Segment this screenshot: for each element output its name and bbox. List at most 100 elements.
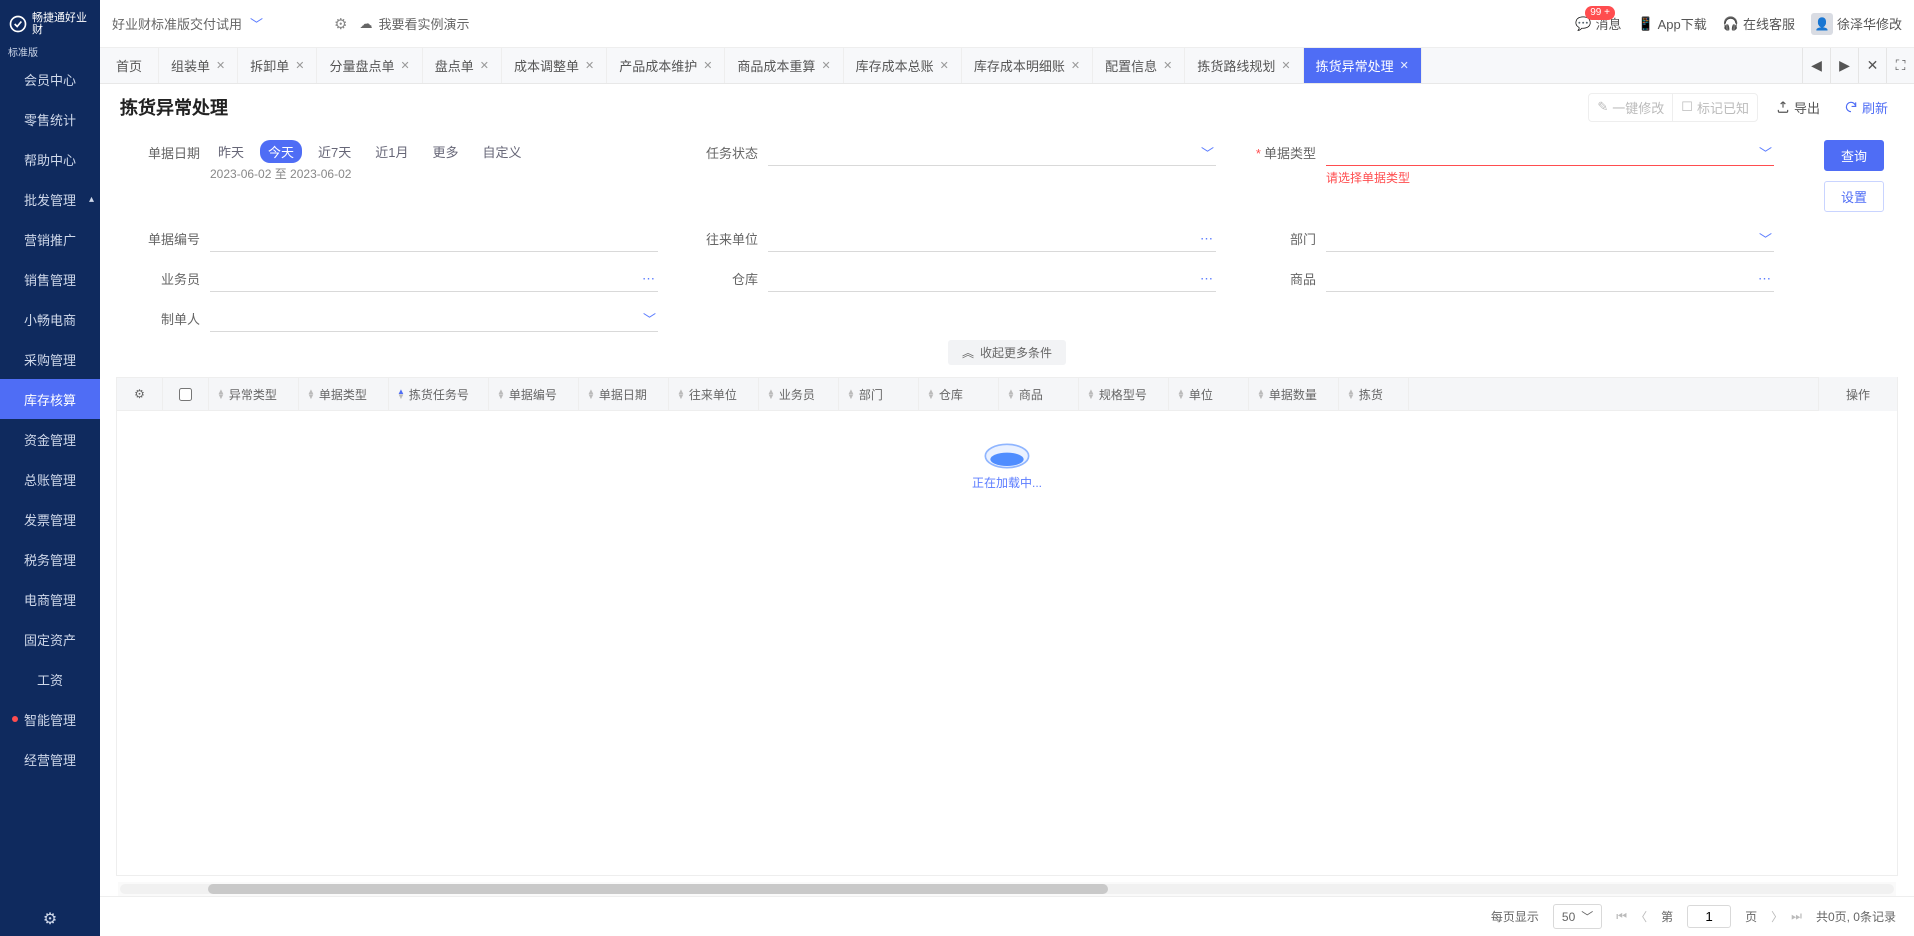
sidebar-item[interactable]: 销售管理 [0,259,100,299]
close-icon[interactable]: ✕ [480,59,489,72]
horizontal-scrollbar[interactable] [118,882,1896,896]
sidebar-item[interactable]: 采购管理 [0,339,100,379]
th[interactable]: ▲▼单据编号 [489,378,579,410]
sort-icon[interactable]: ▲▼ [217,389,225,399]
tab[interactable]: 库存成本总账✕ [844,48,962,83]
sort-icon[interactable]: ▲▼ [1007,389,1015,399]
bill-type-select[interactable]: ﹀ [1326,140,1774,166]
close-icon[interactable]: ✕ [940,59,949,72]
sort-icon[interactable]: ▲▼ [1087,389,1095,399]
tab[interactable]: 拣货异常处理✕ [1304,48,1422,83]
th[interactable]: ▲▼拣货任务号 [389,378,489,410]
messages-link[interactable]: 99 + 💬 消息 [1575,14,1621,33]
th[interactable]: ▲▼规格型号 [1079,378,1169,410]
sidebar-item[interactable]: 固定资产 [0,619,100,659]
close-icon[interactable]: ✕ [1163,59,1172,72]
close-icon[interactable]: ✕ [703,59,712,72]
sidebar-item[interactable]: 小畅电商 [0,299,100,339]
settings-button[interactable]: 设置 [1824,181,1884,212]
pager-last[interactable]: ⏭ [1791,909,1802,924]
pager-next[interactable]: 〉 [1771,908,1783,925]
product-select[interactable]: ⋯ [1326,266,1774,292]
close-icon[interactable]: ✕ [821,59,830,72]
close-icon[interactable]: ✕ [1071,59,1080,72]
sidebar-item[interactable]: 电商管理 [0,579,100,619]
env-selector[interactable]: 好业财标准版交付试用 ﹀ [112,14,322,33]
sidebar-item[interactable]: 帮助中心 [0,139,100,179]
sort-icon[interactable]: ▲▼ [677,389,685,399]
th[interactable]: ▲▼商品 [999,378,1079,410]
sidebar-item[interactable]: 库存核算 [0,379,100,419]
sidebar-item[interactable]: 资金管理 [0,419,100,459]
th[interactable]: ▲▼单据类型 [299,378,389,410]
date-pill[interactable]: 更多 [425,140,467,163]
date-pill[interactable]: 今天 [260,140,302,163]
warehouse-select[interactable]: ⋯ [768,266,1216,292]
sort-icon[interactable]: ▲▼ [927,389,935,399]
sidebar-item[interactable]: 工资 [0,659,100,699]
sort-icon[interactable]: ▲▼ [847,389,855,399]
tabs-scroll-right[interactable]: ▶ [1830,48,1858,83]
tabs-close-all[interactable]: ✕ [1858,48,1886,83]
th[interactable]: ▲▼拣货 [1339,378,1409,410]
tab[interactable]: 商品成本重算✕ [725,48,843,83]
th-settings[interactable]: ⚙ [117,378,163,410]
page-input[interactable] [1687,905,1731,928]
creator-select[interactable]: ﹀ [210,306,658,332]
tab[interactable]: 成本调整单✕ [502,48,607,83]
tabs-scroll-left[interactable]: ◀ [1802,48,1830,83]
sidebar-item[interactable]: 税务管理 [0,539,100,579]
customer-service-link[interactable]: 🎧 在线客服 [1723,14,1795,33]
tab[interactable]: 首页 [100,48,159,83]
th-checkbox[interactable] [163,378,209,410]
sidebar-item[interactable]: 营销推广 [0,219,100,259]
pager-prev[interactable]: 〈 [1635,908,1647,925]
sort-icon[interactable]: ▲▼ [307,389,315,399]
sidebar-item[interactable]: 智能管理 [0,699,100,739]
tabs-fullscreen[interactable]: ⛶ [1886,48,1914,83]
tab[interactable]: 配置信息✕ [1093,48,1185,83]
sidebar-item[interactable]: 发票管理 [0,499,100,539]
th[interactable]: ▲▼业务员 [759,378,839,410]
th[interactable]: ▲▼部门 [839,378,919,410]
tab[interactable]: 组装单✕ [159,48,238,83]
sidebar-item[interactable]: 零售统计 [0,99,100,139]
sidebar-item[interactable]: 批发管理▴ [0,179,100,219]
date-pill[interactable]: 自定义 [475,140,530,163]
sort-icon[interactable]: ▲▼ [587,389,595,399]
sort-icon[interactable]: ▲▼ [1257,389,1265,399]
sales-select[interactable]: ⋯ [210,266,658,292]
tab[interactable]: 拣货路线规划✕ [1185,48,1303,83]
tab[interactable]: 库存成本明细账✕ [962,48,1093,83]
select-all-checkbox[interactable] [179,388,192,401]
th[interactable]: ▲▼异常类型 [209,378,299,410]
collapse-filters-button[interactable]: ︽ 收起更多条件 [948,340,1066,365]
tab[interactable]: 拆卸单✕ [238,48,317,83]
close-icon[interactable]: ✕ [585,59,594,72]
th[interactable]: ▲▼单据日期 [579,378,669,410]
close-icon[interactable]: ✕ [1400,59,1409,72]
th[interactable]: ▲▼单据数量 [1249,378,1339,410]
user-menu[interactable]: 👤 徐泽华修改 [1811,13,1902,35]
per-page-select[interactable]: 50 ﹀ [1553,904,1602,929]
tab[interactable]: 分量盘点单✕ [317,48,422,83]
sort-icon[interactable]: ▲▼ [497,389,505,399]
sort-icon[interactable]: ▲▼ [1347,389,1355,399]
close-icon[interactable]: ✕ [216,59,225,72]
close-icon[interactable]: ✕ [295,59,304,72]
bill-no-input[interactable] [210,226,658,252]
date-pill[interactable]: 近1月 [367,140,416,163]
sidebar-item[interactable]: 会员中心 [0,59,100,99]
th[interactable]: ▲▼往来单位 [669,378,759,410]
refresh-button[interactable]: 刷新 [1838,94,1894,121]
app-download-link[interactable]: 📱 App下载 [1637,14,1706,33]
sidebar-item[interactable]: 总账管理 [0,459,100,499]
task-status-select[interactable]: ﹀ [768,140,1216,166]
date-pill[interactable]: 昨天 [210,140,252,163]
sidebar-item[interactable]: 经营管理 [0,739,100,779]
close-icon[interactable]: ✕ [1281,59,1290,72]
th[interactable]: ▲▼单位 [1169,378,1249,410]
tab[interactable]: 产品成本维护✕ [607,48,725,83]
th[interactable]: ▲▼仓库 [919,378,999,410]
sidebar-settings-icon[interactable]: ⚙ [0,902,100,936]
